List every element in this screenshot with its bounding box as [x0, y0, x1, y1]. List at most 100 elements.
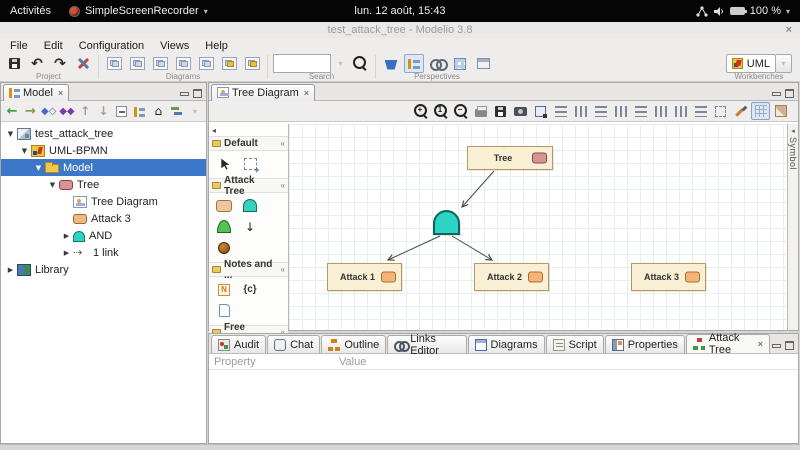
tab-chat[interactable]: Chat [267, 335, 320, 353]
create-sequence-diagram-button[interactable] [150, 54, 170, 73]
toggle-grid-button[interactable] [751, 102, 770, 120]
link-tool[interactable]: ↓ [242, 219, 258, 234]
expander-icon[interactable]: ▼ [47, 181, 58, 189]
app-indicator[interactable]: SimpleScreenRecorder ▾ [69, 5, 208, 17]
save-image-button[interactable] [491, 102, 510, 120]
minimize-icon[interactable] [179, 88, 188, 96]
align-bottom-button[interactable] [591, 102, 610, 120]
tab-audit[interactable]: Audit [211, 335, 266, 353]
page-layout-button[interactable] [771, 102, 790, 120]
minimize-icon[interactable] [771, 340, 780, 348]
and-gate-tool[interactable] [242, 198, 258, 213]
tab-links-editor[interactable]: Links Editor [387, 335, 466, 353]
attack-node-tool[interactable] [216, 198, 232, 213]
close-icon[interactable]: × [758, 339, 763, 349]
align-top-button[interactable] [551, 102, 570, 120]
center-horizontal-button[interactable] [651, 102, 670, 120]
perspective-model-button[interactable] [404, 54, 424, 73]
minimize-icon[interactable] [771, 88, 780, 96]
system-status-menu[interactable]: 100 % ▾ [696, 5, 790, 17]
tree-item-uml-bpmn[interactable]: ▼ UML-BPMN [1, 142, 206, 159]
maximize-icon[interactable] [192, 88, 201, 96]
tree-item-attack3[interactable]: Attack 3 [1, 210, 206, 227]
tab-script[interactable]: Script [546, 335, 604, 353]
goal-node-tool[interactable] [216, 240, 232, 255]
window-close-icon[interactable]: × [786, 23, 792, 37]
create-activity-diagram-button[interactable] [196, 54, 216, 73]
home-button[interactable]: ⌂ [150, 103, 166, 120]
window-titlebar[interactable]: test_attack_tree - Modelio 3.8 × [0, 22, 800, 38]
same-height-button[interactable] [691, 102, 710, 120]
expander-icon[interactable]: ▼ [33, 164, 44, 172]
expander-icon[interactable]: ▼ [19, 147, 30, 155]
expander-icon[interactable]: ▶ [61, 232, 72, 240]
diagram-canvas[interactable]: Tree Attack 1 Attack 2 Attack 3 [289, 124, 787, 330]
search-input[interactable] [273, 54, 331, 73]
property-table-body[interactable] [209, 370, 798, 443]
configure-button[interactable] [73, 54, 93, 73]
collapse-all-button[interactable] [114, 103, 130, 120]
nav-related-purple-button[interactable]: ◆◆ [59, 103, 75, 120]
marquee-tool[interactable] [242, 156, 258, 171]
tree-item-link[interactable]: ▶ ⇢ 1 link [1, 244, 206, 261]
search-options-button[interactable]: ▾ [334, 54, 347, 73]
create-class-diagram-button[interactable] [104, 54, 124, 73]
perspective-bucket-button[interactable] [381, 54, 401, 73]
symbol-panel-tab[interactable]: ◂ Symbol [787, 124, 798, 330]
create-state-diagram-button[interactable] [219, 54, 239, 73]
create-matrix-button[interactable] [242, 54, 262, 73]
note-tool[interactable]: N [216, 282, 232, 297]
workbench-selector[interactable]: UML [726, 54, 776, 73]
perspective-window-button[interactable] [473, 54, 493, 73]
palette-collapse-button[interactable]: ◂ [209, 124, 288, 136]
perspective-matrix-button[interactable] [450, 54, 470, 73]
menu-file[interactable]: File [10, 40, 28, 52]
expander-icon[interactable]: ▶ [61, 249, 72, 257]
nav-related-blue-button[interactable]: ◆◇ [41, 103, 57, 120]
column-property[interactable]: Property [209, 356, 337, 368]
maximize-icon[interactable] [784, 88, 793, 96]
tab-properties[interactable]: Properties [605, 335, 685, 353]
redo-button[interactable]: ↷ [50, 54, 70, 73]
node-attack2[interactable]: Attack 2 [474, 263, 549, 291]
tree-item-project[interactable]: ▼ test_attack_tree [1, 125, 206, 142]
menu-views[interactable]: Views [160, 40, 189, 52]
create-usecase-diagram-button[interactable] [127, 54, 147, 73]
menu-edit[interactable]: Edit [44, 40, 63, 52]
menu-configuration[interactable]: Configuration [79, 40, 144, 52]
nav-back-button[interactable]: ← [4, 103, 20, 120]
same-width-button[interactable] [671, 102, 690, 120]
view-menu-button[interactable]: ▾ [187, 103, 203, 120]
maximize-icon[interactable] [784, 340, 793, 348]
expander-icon[interactable]: ▼ [5, 130, 16, 138]
create-deployment-diagram-button[interactable] [173, 54, 193, 73]
menu-help[interactable]: Help [205, 40, 228, 52]
constraint-tool[interactable]: {c} [242, 282, 258, 297]
link-with-editor-button[interactable] [132, 103, 148, 120]
palette-group-attack-tree[interactable]: Attack Tree « [209, 178, 288, 193]
close-icon[interactable]: × [58, 88, 63, 98]
palette-group-default[interactable]: Default « [209, 136, 288, 151]
align-right-button[interactable] [611, 102, 630, 120]
workbench-dropdown-button[interactable]: ▾ [776, 54, 792, 73]
search-button[interactable] [350, 54, 370, 73]
tree-item-tree-diagram[interactable]: Tree Diagram [1, 193, 206, 210]
zoom-100-button[interactable]: 1 [431, 102, 450, 120]
fit-to-content-button[interactable] [711, 102, 730, 120]
or-gate-tool[interactable] [216, 219, 232, 234]
activities-button[interactable]: Activités [10, 5, 51, 17]
select-tool[interactable] [216, 156, 232, 171]
expander-icon[interactable]: ▶ [5, 266, 16, 274]
fit-selection-button[interactable] [531, 102, 550, 120]
node-attack3[interactable]: Attack 3 [631, 263, 706, 291]
move-up-button[interactable]: ↑ [77, 103, 93, 120]
print-button[interactable] [471, 102, 490, 120]
tab-outline[interactable]: Outline [321, 335, 386, 353]
close-icon[interactable]: × [304, 88, 309, 98]
tab-diagrams[interactable]: Diagrams [468, 335, 545, 353]
move-down-button[interactable]: ↓ [95, 103, 111, 120]
perspective-links-button[interactable] [427, 54, 447, 73]
screenshot-button[interactable] [511, 102, 530, 120]
tree-item-model[interactable]: ▼ Model [1, 159, 206, 176]
align-left-button[interactable] [571, 102, 590, 120]
